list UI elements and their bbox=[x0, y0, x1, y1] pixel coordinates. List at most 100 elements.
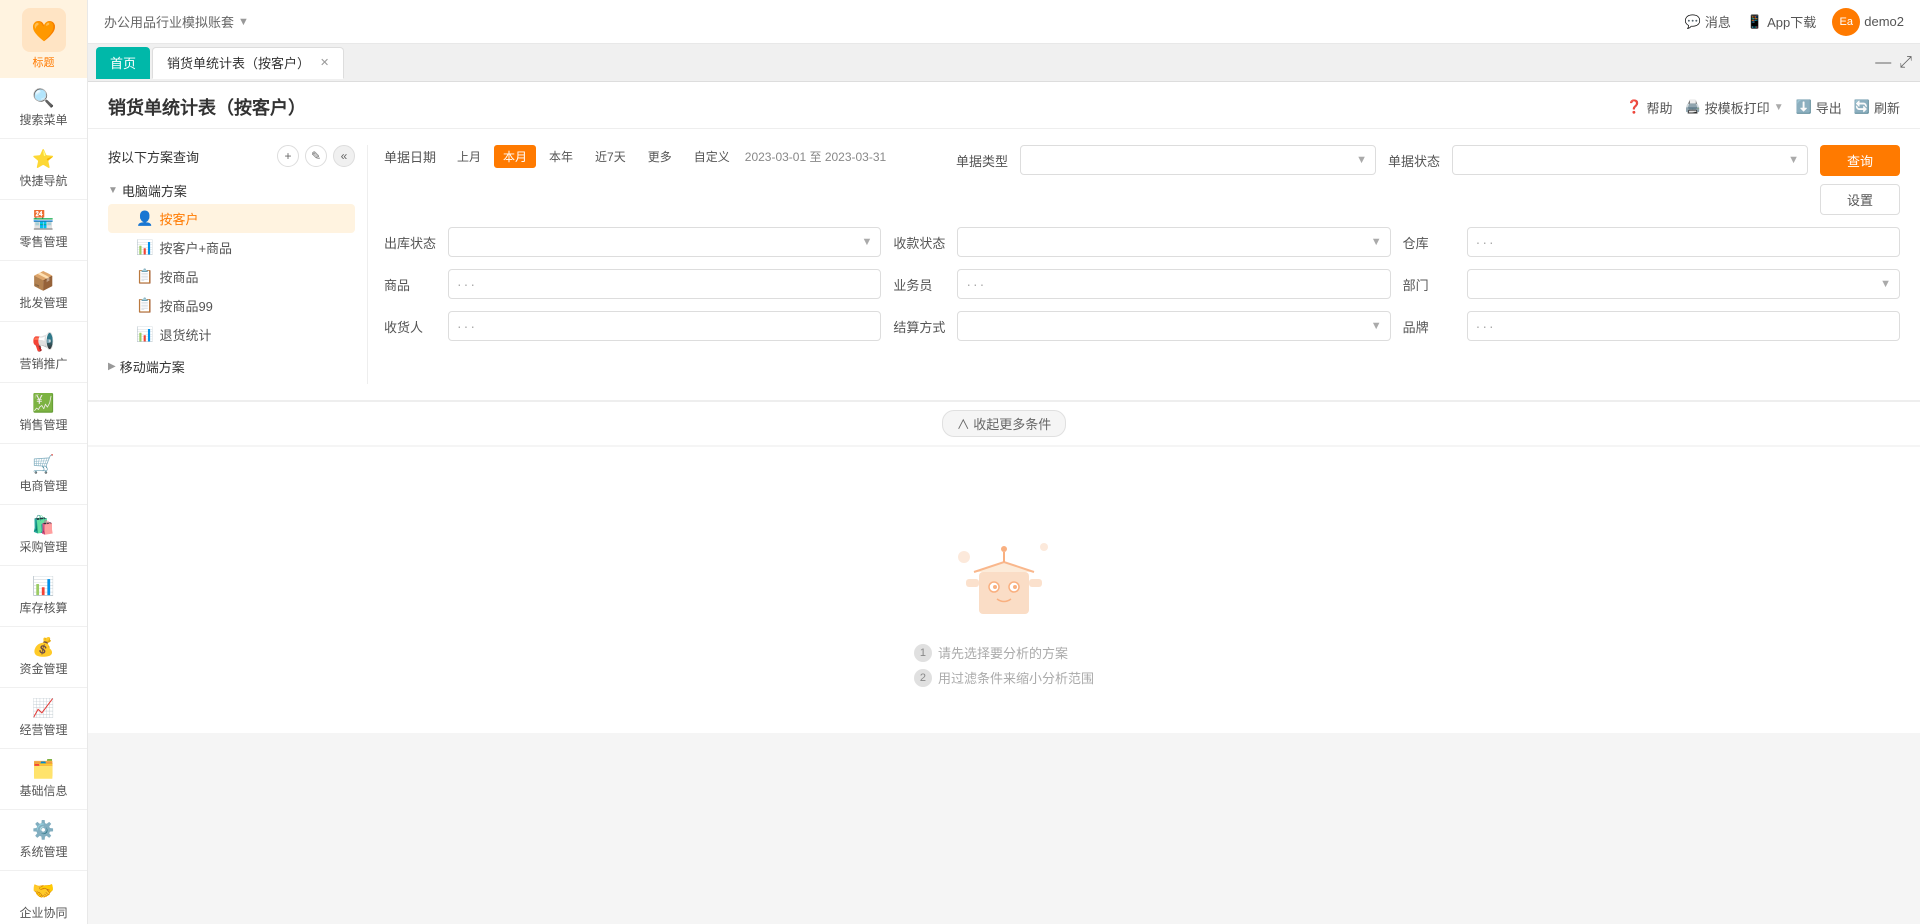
scheme-group-desktop-label: 电脑端方案 bbox=[122, 181, 187, 200]
sidebar-item-finance[interactable]: 💰 资金管理 bbox=[0, 627, 87, 688]
sidebar-item-label: 销售管理 bbox=[19, 416, 67, 433]
date-tab-this-month[interactable]: 本月 bbox=[494, 145, 536, 168]
app-download-button[interactable]: 📱 App下载 bbox=[1747, 12, 1816, 31]
collapse-more-conditions-button[interactable]: ∧ 收起更多条件 bbox=[942, 410, 1067, 437]
tab-minimize-button[interactable]: — bbox=[1875, 54, 1891, 72]
scheme-add-button[interactable]: + bbox=[277, 145, 299, 167]
download-icon: 📱 bbox=[1747, 14, 1763, 30]
out-status-input[interactable]: ▼ bbox=[448, 227, 881, 257]
print-button[interactable]: 🖨️ 按模板打印 ▼ bbox=[1684, 98, 1783, 117]
warehouse-input[interactable]: ··· bbox=[1467, 227, 1900, 257]
print-label: 按模板打印 bbox=[1705, 98, 1770, 117]
sidebar-item-procurement[interactable]: 🛍️ 采购管理 bbox=[0, 505, 87, 566]
industry-name: 办公用品行业模拟账套 bbox=[104, 12, 234, 31]
sidebar-item-wholesale[interactable]: 📦 批发管理 bbox=[0, 261, 87, 322]
scheme-section-title: 按以下方案查询 bbox=[108, 147, 199, 166]
scheme-group-mobile-label: 移动端方案 bbox=[120, 357, 185, 376]
collapse-row[interactable]: ∧ 收起更多条件 bbox=[88, 401, 1920, 445]
department-field: 部门 ▼ bbox=[1403, 269, 1900, 299]
product-input[interactable]: ··· bbox=[448, 269, 881, 299]
tab-maximize-button[interactable]: ⤢ bbox=[1899, 54, 1912, 72]
main-area: 办公用品行业模拟账套 ▼ 💬 消息 📱 App下载 Ea demo2 首页 bbox=[88, 0, 1920, 924]
settings-button[interactable]: 设置 bbox=[1820, 184, 1900, 215]
sidebar-item-sales[interactable]: 💹 销售管理 bbox=[0, 383, 87, 444]
sidebar-item-marketing[interactable]: 📢 营销推广 bbox=[0, 322, 87, 383]
order-type-label: 单据类型 bbox=[956, 151, 1012, 170]
order-status-chevron-icon: ▼ bbox=[1788, 154, 1799, 166]
tab-home[interactable]: 首页 bbox=[96, 47, 150, 79]
customer-product-icon: 📊 bbox=[136, 239, 153, 256]
sidebar-item-basic[interactable]: 🗂️ 基础信息 bbox=[0, 749, 87, 810]
tip-text-2: 用过滤条件来缩小分析范围 bbox=[938, 668, 1094, 687]
date-tab-more[interactable]: 更多 bbox=[639, 145, 681, 168]
sidebar-item-label: 库存核算 bbox=[19, 599, 67, 616]
message-label: 消息 bbox=[1705, 12, 1731, 31]
page-title: 销货单统计表（按客户） bbox=[108, 94, 306, 120]
query-button[interactable]: 查询 bbox=[1820, 145, 1900, 176]
sidebar-item-label: 搜索菜单 bbox=[19, 111, 67, 128]
order-status-input[interactable]: ▼ bbox=[1452, 145, 1808, 175]
brand-label: 品牌 bbox=[1403, 317, 1459, 336]
marketing-icon: 📢 bbox=[32, 332, 54, 353]
scheme-item-by-product[interactable]: 📋 按商品 bbox=[108, 262, 355, 291]
salesperson-input[interactable]: ··· bbox=[957, 269, 1390, 299]
sidebar-item-enterprise[interactable]: 🤝 企业协同 bbox=[0, 871, 87, 924]
refresh-icon: 🔄 bbox=[1854, 99, 1870, 115]
scheme-item-by-product-99[interactable]: 📋 按商品99 bbox=[108, 291, 355, 320]
scheme-item-by-customer-product[interactable]: 📊 按客户+商品 bbox=[108, 233, 355, 262]
tab-home-label: 首页 bbox=[110, 53, 136, 72]
sidebar-item-quick-nav[interactable]: ⭐ 快捷导航 bbox=[0, 139, 87, 200]
export-button[interactable]: ⬇️ 导出 bbox=[1796, 98, 1842, 117]
scheme-group-desktop: ▼ 电脑端方案 👤 按客户 📊 按客户+商品 📋 bbox=[108, 177, 355, 349]
sidebar-item-operations[interactable]: 📈 经营管理 bbox=[0, 688, 87, 749]
logo-text: 标题 bbox=[33, 54, 55, 70]
settlement-input[interactable]: ▼ bbox=[957, 311, 1390, 341]
date-tab-custom[interactable]: 自定义 bbox=[685, 145, 739, 168]
refresh-button[interactable]: 🔄 刷新 bbox=[1854, 98, 1900, 117]
user-menu[interactable]: Ea demo2 bbox=[1832, 8, 1904, 36]
scheme-group-mobile-title[interactable]: ▶ 移动端方案 bbox=[108, 353, 355, 380]
date-field: 单据日期 上月 本月 本年 近7天 更多 自定义 2023-03-01 至 20… bbox=[384, 145, 944, 168]
user-name: demo2 bbox=[1864, 14, 1904, 29]
brand-input[interactable]: ··· bbox=[1467, 311, 1900, 341]
empty-tip-1: 1 请先选择要分析的方案 bbox=[914, 643, 1094, 662]
basic-icon: 🗂️ bbox=[32, 759, 54, 780]
sidebar-item-retail[interactable]: 🏪 零售管理 bbox=[0, 200, 87, 261]
order-status-field: 单据状态 ▼ bbox=[1388, 145, 1808, 175]
procurement-icon: 🛍️ bbox=[32, 515, 54, 536]
date-tab-this-year[interactable]: 本年 bbox=[540, 145, 582, 168]
industry-title[interactable]: 办公用品行业模拟账套 ▼ bbox=[104, 12, 249, 31]
sidebar-item-ecommerce[interactable]: 🛒 电商管理 bbox=[0, 444, 87, 505]
tab-close-icon[interactable]: ✕ bbox=[320, 56, 329, 69]
scheme-item-label: 按商品 bbox=[159, 267, 198, 286]
receipt-status-input[interactable]: ▼ bbox=[957, 227, 1390, 257]
scheme-item-by-customer[interactable]: 👤 按客户 bbox=[108, 204, 355, 233]
message-button[interactable]: 💬 消息 bbox=[1685, 12, 1731, 31]
sidebar-item-system[interactable]: ⚙️ 系统管理 bbox=[0, 810, 87, 871]
product-field: 商品 ··· bbox=[384, 269, 881, 299]
date-tab-last-7[interactable]: 近7天 bbox=[586, 145, 635, 168]
sidebar-item-search[interactable]: 🔍 搜索菜单 bbox=[0, 78, 87, 139]
tab-sales-stat[interactable]: 销货单统计表（按客户） ✕ bbox=[152, 47, 344, 79]
department-input[interactable]: ▼ bbox=[1467, 269, 1900, 299]
scheme-collapse-button[interactable]: « bbox=[333, 145, 355, 167]
scheme-actions: + ✎ « bbox=[277, 145, 355, 167]
order-type-input[interactable]: ▼ bbox=[1020, 145, 1376, 175]
out-status-chevron-icon: ▼ bbox=[861, 236, 872, 248]
print-icon: 🖨️ bbox=[1684, 99, 1700, 115]
logo-area[interactable]: 🧡 标题 bbox=[0, 0, 87, 78]
tabbar-actions: — ⤢ bbox=[1875, 54, 1912, 72]
sidebar-item-label: 营销推广 bbox=[19, 355, 67, 372]
content-area: 销货单统计表（按客户） ❓ 帮助 🖨️ 按模板打印 ▼ ⬇️ 导出 🔄 刷新 bbox=[88, 82, 1920, 924]
scheme-group-desktop-title[interactable]: ▼ 电脑端方案 bbox=[108, 177, 355, 204]
scheme-edit-button[interactable]: ✎ bbox=[305, 145, 327, 167]
help-button[interactable]: ❓ 帮助 bbox=[1626, 98, 1672, 117]
export-icon: ⬇️ bbox=[1796, 99, 1812, 115]
date-tab-last-month[interactable]: 上月 bbox=[448, 145, 490, 168]
sidebar-item-label: 零售管理 bbox=[19, 233, 67, 250]
quicknav-icon: ⭐ bbox=[32, 149, 54, 170]
salesperson-field: 业务员 ··· bbox=[893, 269, 1390, 299]
scheme-item-return-stat[interactable]: 📊 退货统计 bbox=[108, 320, 355, 349]
consignee-input[interactable]: ··· bbox=[448, 311, 881, 341]
sidebar-item-inventory[interactable]: 📊 库存核算 bbox=[0, 566, 87, 627]
